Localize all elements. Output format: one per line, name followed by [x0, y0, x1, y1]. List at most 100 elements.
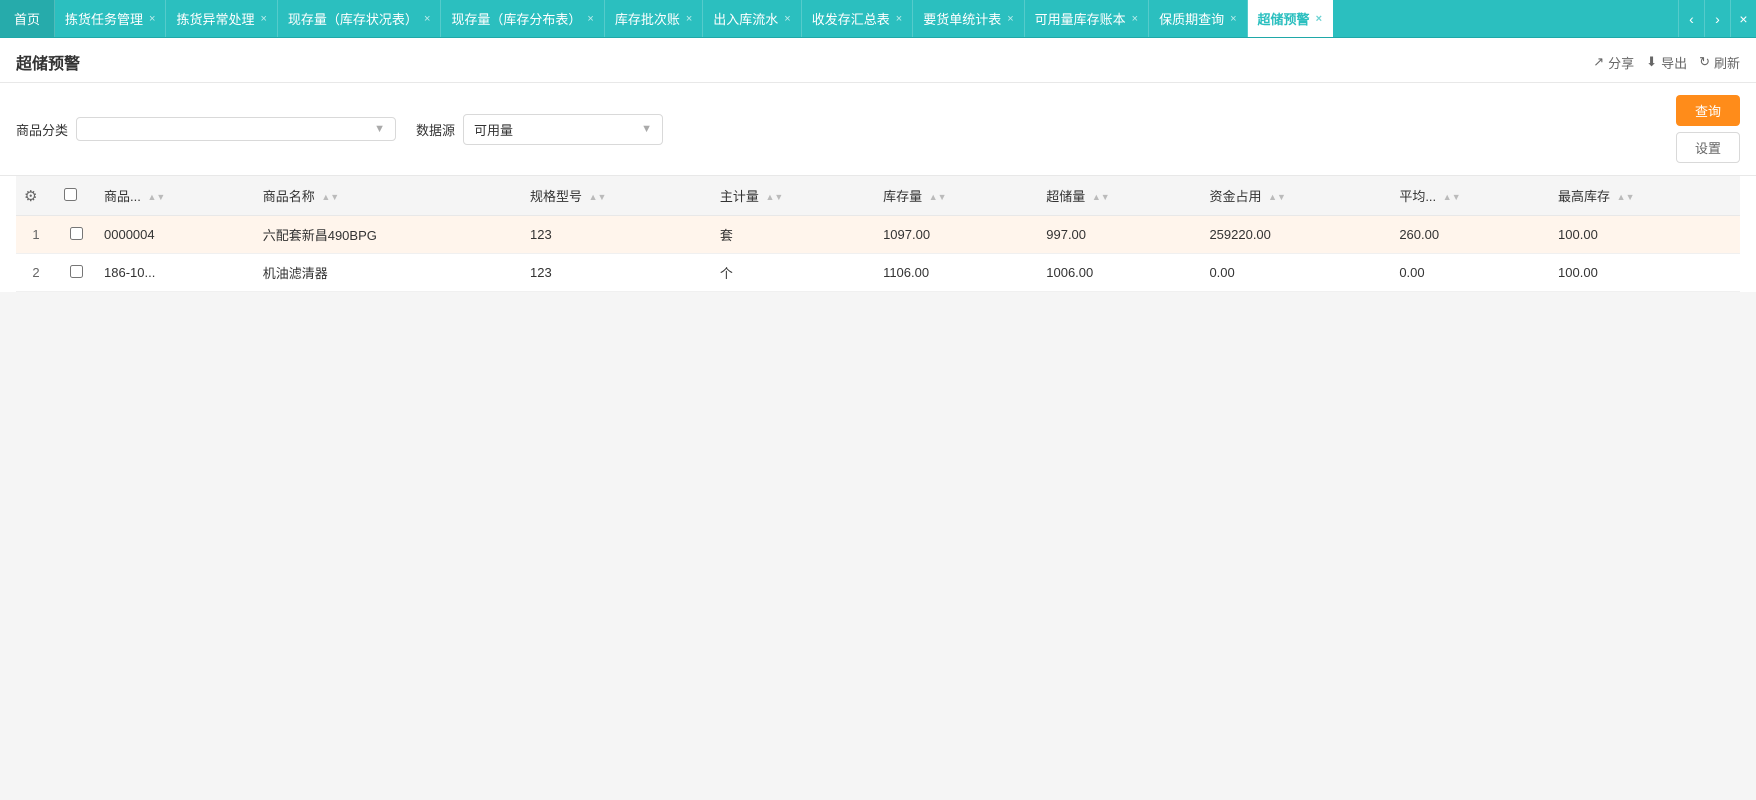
- nav-item-stock-dist[interactable]: 现存量（库存分布表） ×: [441, 0, 604, 37]
- data-table: ⚙ 商品... ▲▼ 商品名称 ▲▼ 规格型号 ▲▼ 主计: [16, 176, 1740, 292]
- nav-item-batch-account[interactable]: 库存批次账 ×: [605, 0, 703, 37]
- refresh-icon: ↻: [1699, 54, 1710, 70]
- col-checkbox-header: [56, 176, 96, 216]
- col-avg-cost[interactable]: 平均... ▲▼: [1391, 176, 1550, 216]
- nav-item-expiry-query[interactable]: 保质期查询 ×: [1149, 0, 1247, 37]
- close-icon[interactable]: ×: [1316, 13, 1322, 25]
- col-overstock-qty[interactable]: 超储量 ▲▼: [1038, 176, 1201, 216]
- settings-button[interactable]: 设置: [1676, 132, 1740, 163]
- sort-icon: ▲▼: [147, 193, 165, 202]
- close-icon[interactable]: ×: [260, 13, 266, 25]
- nav-item-stock-status[interactable]: 现存量（库存状况表） ×: [278, 0, 441, 37]
- nav-prev-button[interactable]: ‹: [1678, 0, 1704, 37]
- share-button[interactable]: ↗ 分享: [1593, 53, 1634, 72]
- share-icon: ↗: [1593, 54, 1604, 70]
- col-unit[interactable]: 主计量 ▲▼: [712, 176, 875, 216]
- table-row: 2 186-10... 机油滤清器 123 个 1106.00 1006.00 …: [16, 254, 1740, 292]
- chevron-down-icon: ▼: [374, 123, 385, 135]
- nav-arrows: ‹ › ×: [1678, 0, 1756, 37]
- row-checkbox[interactable]: [70, 227, 83, 240]
- table-row: 1 0000004 六配套新昌490BPG 123 套 1097.00 997.…: [16, 216, 1740, 254]
- filter-area: 商品分类 ▼ 数据源 可用量 ▼ 查询 设置: [0, 83, 1756, 176]
- row-number: 2: [16, 254, 56, 292]
- refresh-button[interactable]: ↻ 刷新: [1699, 53, 1740, 72]
- nav-item-task-mgmt[interactable]: 拣货任务管理 ×: [55, 0, 166, 37]
- row-checkbox-cell: [56, 254, 96, 292]
- page-title: 超储预警: [16, 50, 80, 74]
- close-icon[interactable]: ×: [1007, 13, 1013, 25]
- chevron-down-icon: ▼: [641, 123, 652, 135]
- table-container: ⚙ 商品... ▲▼ 商品名称 ▲▼ 规格型号 ▲▼ 主计: [0, 176, 1756, 292]
- avg-cost-cell: 260.00: [1391, 216, 1550, 254]
- data-source-label: 数据源: [416, 120, 455, 139]
- table-header-row: ⚙ 商品... ▲▼ 商品名称 ▲▼ 规格型号 ▲▼ 主计: [16, 176, 1740, 216]
- header-actions: ↗ 分享 ⬇ 导出 ↻ 刷新: [1593, 53, 1740, 72]
- nav-item-inout-flow[interactable]: 出入库流水 ×: [703, 0, 801, 37]
- capital-used-cell: 0.00: [1201, 254, 1391, 292]
- max-stock-cell: 100.00: [1550, 216, 1740, 254]
- unit-cell: 套: [712, 216, 875, 254]
- col-product-name[interactable]: 商品名称 ▲▼: [255, 176, 522, 216]
- sort-icon: ▲▼: [766, 193, 784, 202]
- data-source-value: 可用量: [474, 120, 513, 139]
- col-capital-used[interactable]: 资金占用 ▲▼: [1201, 176, 1391, 216]
- select-all-checkbox[interactable]: [64, 188, 77, 201]
- filter-btn-col: 查询 设置: [1676, 95, 1740, 163]
- close-icon[interactable]: ×: [784, 13, 790, 25]
- table-body: 1 0000004 六配套新昌490BPG 123 套 1097.00 997.…: [16, 216, 1740, 292]
- nav-item-exception[interactable]: 拣货异常处理 ×: [166, 0, 277, 37]
- unit-cell: 个: [712, 254, 875, 292]
- product-code-cell: 0000004: [96, 216, 255, 254]
- overstock-qty-cell: 1006.00: [1038, 254, 1201, 292]
- nav-item-overstock-warning[interactable]: 超储预警 ×: [1248, 0, 1333, 37]
- col-product-code[interactable]: 商品... ▲▼: [96, 176, 255, 216]
- sort-icon: ▲▼: [1092, 193, 1110, 202]
- capital-used-cell: 259220.00: [1201, 216, 1391, 254]
- col-max-stock[interactable]: 最高库存 ▲▼: [1550, 176, 1740, 216]
- gear-icon[interactable]: ⚙: [24, 188, 37, 205]
- row-number: 1: [16, 216, 56, 254]
- row-checkbox[interactable]: [70, 265, 83, 278]
- close-icon[interactable]: ×: [896, 13, 902, 25]
- nav-item-receive-summary[interactable]: 收发存汇总表 ×: [802, 0, 913, 37]
- row-checkbox-cell: [56, 216, 96, 254]
- close-icon[interactable]: ×: [1132, 13, 1138, 25]
- overstock-qty-cell: 997.00: [1038, 216, 1201, 254]
- filter-actions: 查询 设置: [1676, 95, 1740, 163]
- spec-cell: 123: [522, 254, 712, 292]
- data-source-group: 数据源 可用量 ▼: [416, 114, 663, 145]
- col-gear: ⚙: [16, 176, 56, 216]
- product-category-group: 商品分类 ▼: [16, 117, 396, 141]
- close-icon[interactable]: ×: [424, 13, 430, 25]
- sort-icon: ▲▼: [321, 193, 339, 202]
- close-icon[interactable]: ×: [149, 13, 155, 25]
- query-button[interactable]: 查询: [1676, 95, 1740, 126]
- sort-icon: ▲▼: [1268, 193, 1286, 202]
- page-header: 超储预警 ↗ 分享 ⬇ 导出 ↻ 刷新: [0, 38, 1756, 83]
- close-icon[interactable]: ×: [587, 13, 593, 25]
- export-icon: ⬇: [1646, 54, 1657, 70]
- export-button[interactable]: ⬇ 导出: [1646, 53, 1687, 72]
- stock-qty-cell: 1106.00: [875, 254, 1038, 292]
- sort-icon: ▲▼: [1617, 193, 1635, 202]
- product-name-cell: 机油滤清器: [255, 254, 522, 292]
- nav-item-order-stats[interactable]: 要货单统计表 ×: [913, 0, 1024, 37]
- max-stock-cell: 100.00: [1550, 254, 1740, 292]
- product-code-cell: 186-10...: [96, 254, 255, 292]
- nav-item-home[interactable]: 首页: [0, 0, 55, 37]
- nav-item-available-account[interactable]: 可用量库存账本 ×: [1025, 0, 1149, 37]
- close-icon[interactable]: ×: [686, 13, 692, 25]
- col-spec[interactable]: 规格型号 ▲▼: [522, 176, 712, 216]
- product-category-label: 商品分类: [16, 120, 68, 139]
- sort-icon: ▲▼: [1443, 193, 1461, 202]
- avg-cost-cell: 0.00: [1391, 254, 1550, 292]
- sort-icon: ▲▼: [929, 193, 947, 202]
- nav-next-button[interactable]: ›: [1704, 0, 1730, 37]
- nav-close-button[interactable]: ×: [1730, 0, 1756, 37]
- product-name-cell: 六配套新昌490BPG: [255, 216, 522, 254]
- data-source-select[interactable]: 可用量 ▼: [463, 114, 663, 145]
- product-category-select[interactable]: ▼: [76, 117, 396, 141]
- stock-qty-cell: 1097.00: [875, 216, 1038, 254]
- close-icon[interactable]: ×: [1230, 13, 1236, 25]
- col-stock-qty[interactable]: 库存量 ▲▼: [875, 176, 1038, 216]
